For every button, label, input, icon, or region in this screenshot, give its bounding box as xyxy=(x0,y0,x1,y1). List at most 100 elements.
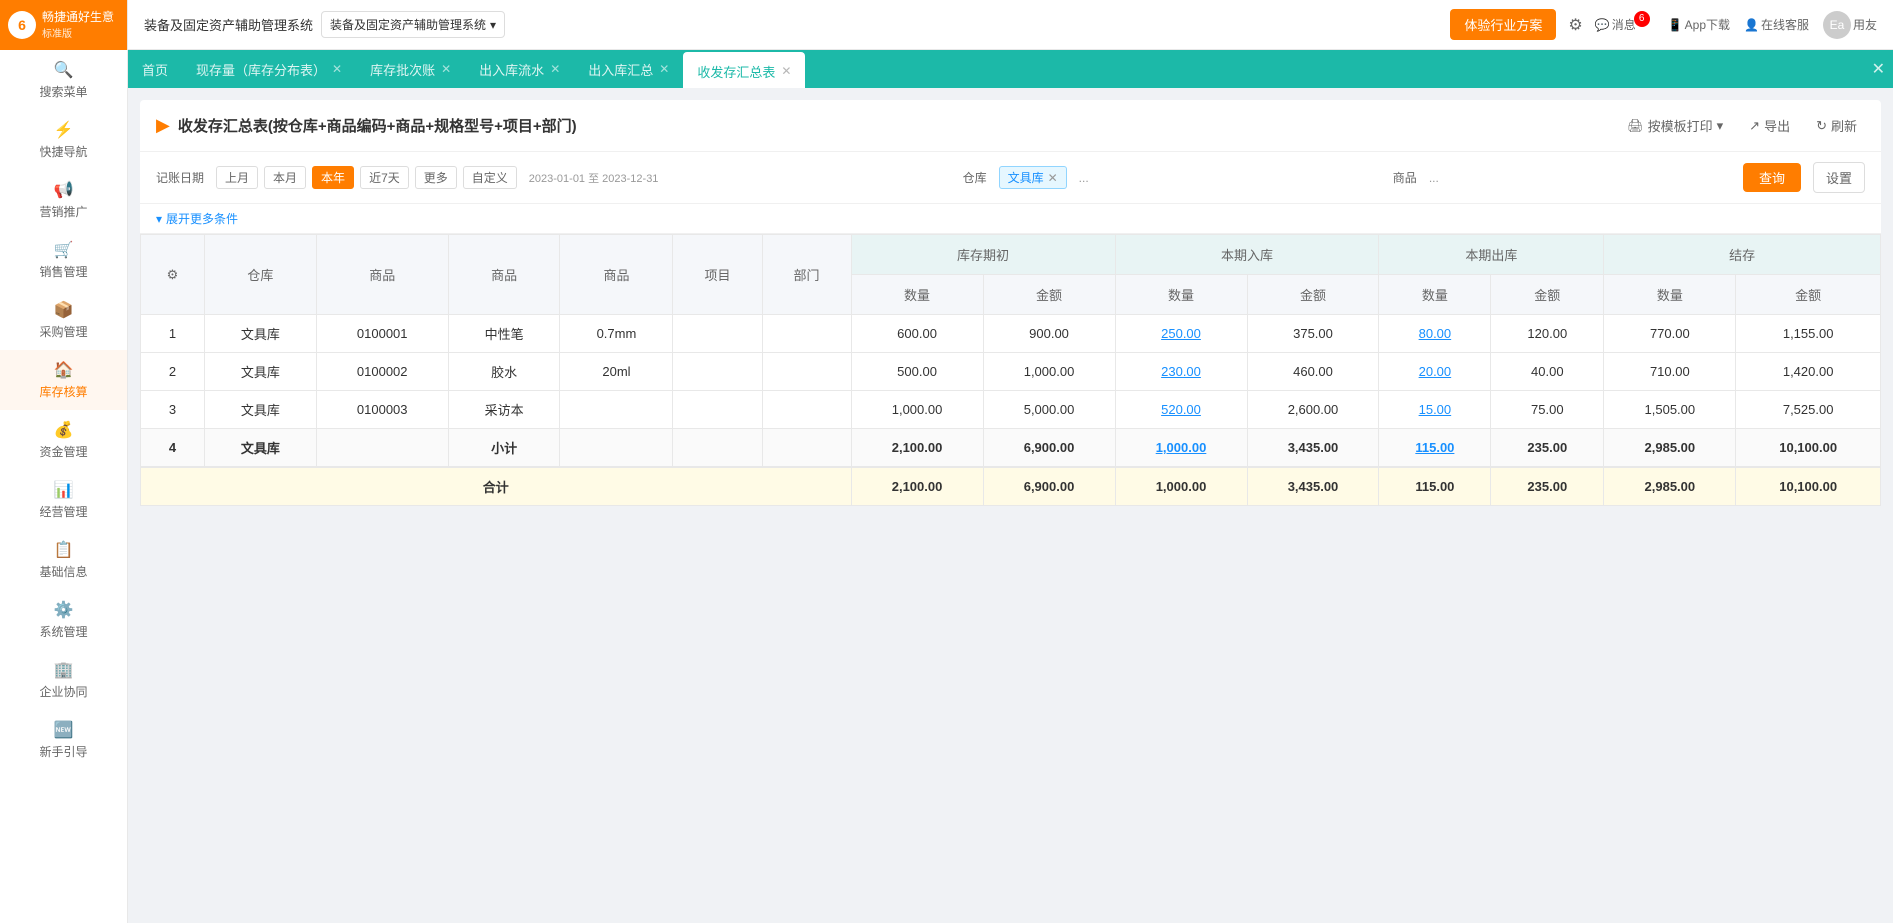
refresh-icon: ↻ xyxy=(1816,118,1827,134)
cell-in-amt: 375.00 xyxy=(1247,315,1379,353)
cell-in-qty[interactable]: 250.00 xyxy=(1115,315,1247,353)
warehouse-tag-remove[interactable]: ✕ xyxy=(1048,171,1058,185)
tab-batch-ledger[interactable]: 库存批次账✕ xyxy=(356,50,465,88)
cell-project xyxy=(673,353,762,391)
total-out-amt: 235.00 xyxy=(1491,467,1604,506)
notification-badge: 6 xyxy=(1634,11,1650,27)
sidebar-label-finance: 资金管理 xyxy=(39,443,87,460)
table-container: ⚙ 仓库 商品 商品 商品 项目 部门 库存期初 本期入库 本期出库 结存 xyxy=(140,234,1881,506)
sidebar-item-purchase[interactable]: 📦采购管理 xyxy=(0,290,127,350)
cell-out-qty[interactable]: 15.00 xyxy=(1379,391,1491,429)
cell-out-qty[interactable]: 20.00 xyxy=(1379,353,1491,391)
expand-row: ▾ 展开更多条件 xyxy=(140,204,1881,234)
date-btn-上月[interactable]: 上月 xyxy=(216,166,258,189)
sidebar-label-marketing: 营销推广 xyxy=(39,203,87,220)
cell-project xyxy=(673,315,762,353)
setting-btn[interactable]: 设置 xyxy=(1813,162,1865,193)
sub-out-qty[interactable]: 115.00 xyxy=(1379,429,1491,468)
date-btn-近7天[interactable]: 近7天 xyxy=(360,166,409,189)
total-in-amt: 3,435.00 xyxy=(1247,467,1379,506)
th-end-qty: 数量 xyxy=(1604,275,1736,315)
tab-close-recv-send-summary[interactable]: ✕ xyxy=(781,64,791,78)
tab-close-inout-flow[interactable]: ✕ xyxy=(550,62,560,76)
cell-end-amt: 7,525.00 xyxy=(1736,391,1881,429)
bell-icon: 💬 xyxy=(1595,18,1610,32)
export-btn[interactable]: ↗ 导出 xyxy=(1741,112,1798,139)
base-icon: 📋 xyxy=(54,540,74,560)
sidebar-item-search[interactable]: 🔍搜索菜单 xyxy=(0,50,127,110)
user-area[interactable]: Ea 用友 xyxy=(1823,11,1877,39)
tab-inout-summary[interactable]: 出入库汇总✕ xyxy=(574,50,683,88)
trial-btn[interactable]: 体验行业方案 xyxy=(1450,9,1556,40)
goods-label: 商品 xyxy=(1393,169,1417,186)
app-download-btn[interactable]: 📱 App下载 xyxy=(1668,16,1730,33)
sidebar-item-guide[interactable]: 🆕新手引导 xyxy=(0,710,127,770)
sidebar-item-sales[interactable]: 🛒销售管理 xyxy=(0,230,127,290)
purchase-icon: 📦 xyxy=(54,300,74,320)
date-label: 记账日期 xyxy=(156,169,204,186)
sidebar-item-quick-nav[interactable]: ⚡快捷导航 xyxy=(0,110,127,170)
cell-out-amt: 120.00 xyxy=(1491,315,1604,353)
table-footer: 合计 2,100.00 6,900.00 1,000.00 3,435.00 1… xyxy=(141,467,1881,506)
main-area: 装备及固定资产辅助管理系统 装备及固定资产辅助管理系统 ▾ 体验行业方案 ⚙ 💬… xyxy=(128,0,1893,923)
tab-home[interactable]: 首页 xyxy=(128,50,182,88)
total-in-qty: 1,000.00 xyxy=(1115,467,1247,506)
system-select[interactable]: 装备及固定资产辅助管理系统 ▾ xyxy=(321,11,505,38)
sidebar-label-enterprise: 企业协同 xyxy=(39,683,87,700)
tab-recv-send-summary[interactable]: 收发存汇总表 ✕ xyxy=(683,52,805,88)
cell-out-qty[interactable]: 80.00 xyxy=(1379,315,1491,353)
th-out-amt: 金额 xyxy=(1491,275,1604,315)
sidebar-item-system[interactable]: ⚙️系统管理 xyxy=(0,590,127,650)
cell-in-qty[interactable]: 520.00 xyxy=(1115,391,1247,429)
sidebar-item-enterprise[interactable]: 🏢企业协同 xyxy=(0,650,127,710)
finance-icon: 💰 xyxy=(54,420,74,440)
cell-out-amt: 40.00 xyxy=(1491,353,1604,391)
close-all-tabs[interactable]: ✕ xyxy=(1872,59,1885,79)
tab-close-stock-dist[interactable]: ✕ xyxy=(332,62,342,76)
settings-icon[interactable]: ⚙ xyxy=(1568,15,1582,35)
printer-icon: 🖨 xyxy=(1627,118,1644,134)
sidebar-item-inventory[interactable]: 🏠库存核算 xyxy=(0,350,127,410)
cell-project xyxy=(673,391,762,429)
goods-more[interactable]: ... xyxy=(1429,171,1439,185)
print-btn[interactable]: 🖨 按模板打印 ▾ xyxy=(1619,112,1731,139)
date-btn-本月[interactable]: 本月 xyxy=(264,166,306,189)
tab-close-inout-summary[interactable]: ✕ xyxy=(659,62,669,76)
table-row: 1 文具库 0100001 中性笔 0.7mm 600.00 900.00 25… xyxy=(141,315,1881,353)
warehouse-tag[interactable]: 文具库 ✕ xyxy=(999,166,1067,189)
sidebar-item-business[interactable]: 📊经营管理 xyxy=(0,470,127,530)
sidebar-item-base[interactable]: 📋基础信息 xyxy=(0,530,127,590)
sub-out-amt: 235.00 xyxy=(1491,429,1604,468)
date-btn-更多[interactable]: 更多 xyxy=(415,166,457,189)
collapse-icon[interactable]: ▶ xyxy=(156,115,170,136)
th-begin-stock: 库存期初 xyxy=(851,235,1115,275)
th-end-stock: 结存 xyxy=(1604,235,1881,275)
cell-in-qty[interactable]: 230.00 xyxy=(1115,353,1247,391)
date-btn-自定义[interactable]: 自定义 xyxy=(463,166,517,189)
cell-name: 胶水 xyxy=(448,353,560,391)
tab-label-recv-send-summary: 收发存汇总表 xyxy=(697,62,775,81)
th-project: 项目 xyxy=(673,235,762,315)
notification-btn[interactable]: 💬 消息 6 xyxy=(1595,16,1654,33)
query-btn[interactable]: 查询 xyxy=(1743,163,1801,192)
cell-no: 1 xyxy=(141,315,205,353)
sub-in-qty[interactable]: 1,000.00 xyxy=(1115,429,1247,468)
tab-stock-dist[interactable]: 现存量（库存分布表）✕ xyxy=(182,50,356,88)
tab-inout-flow[interactable]: 出入库流水✕ xyxy=(465,50,574,88)
refresh-btn[interactable]: ↻ 刷新 xyxy=(1808,112,1865,139)
table-row: 3 文具库 0100003 采访本 1,000.00 5,000.00 520.… xyxy=(141,391,1881,429)
cell-name: 采访本 xyxy=(448,391,560,429)
cell-end-qty: 710.00 xyxy=(1604,353,1736,391)
warehouse-label: 仓库 xyxy=(963,169,987,186)
sidebar-item-marketing[interactable]: 📢营销推广 xyxy=(0,170,127,230)
cell-no: 2 xyxy=(141,353,205,391)
date-btn-本年[interactable]: 本年 xyxy=(312,166,354,189)
sidebar-header: 6 畅捷通好生意 标准版 xyxy=(0,0,127,50)
warehouse-more[interactable]: ... xyxy=(1079,171,1089,185)
expand-btn[interactable]: ▾ 展开更多条件 xyxy=(156,210,1865,227)
tab-close-batch-ledger[interactable]: ✕ xyxy=(441,62,451,76)
online-service-btn[interactable]: 👤 在线客服 xyxy=(1744,16,1809,33)
chevron-down-icon: ▾ xyxy=(156,212,162,226)
sidebar-item-finance[interactable]: 💰 资金管理 xyxy=(0,410,127,470)
th-settings[interactable]: ⚙ xyxy=(141,235,205,315)
